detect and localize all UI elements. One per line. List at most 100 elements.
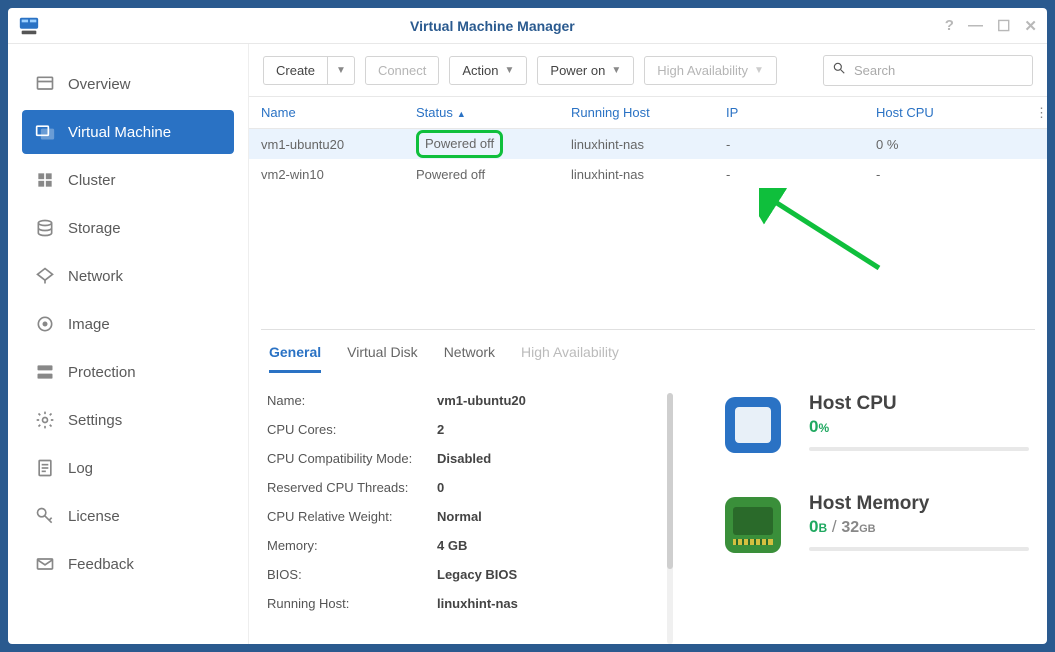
tab-general[interactable]: General — [269, 344, 321, 373]
tab-ha: High Availability — [521, 344, 619, 373]
table-row[interactable]: vm2-win10 Powered off linuxhint-nas - - — [249, 159, 1047, 189]
status-highlight: Powered off — [416, 130, 503, 158]
annotation-arrow — [759, 188, 889, 278]
maximize-icon[interactable]: ☐ — [997, 17, 1010, 35]
stat-title: Host Memory — [809, 493, 1029, 515]
envelope-icon — [34, 553, 56, 575]
memory-icon — [721, 493, 785, 557]
storage-icon — [34, 217, 56, 239]
sidebar-item-virtual-machine[interactable]: Virtual Machine — [22, 110, 234, 154]
prop-value: 4 GB — [437, 538, 467, 553]
table-row[interactable]: vm1-ubuntu20 Powered off linuxhint-nas -… — [249, 129, 1047, 159]
sidebar-item-label: Protection — [68, 364, 136, 381]
cell-ip: - — [714, 137, 864, 152]
sidebar-item-log[interactable]: Log — [22, 446, 234, 490]
sidebar-item-label: Feedback — [68, 556, 134, 573]
stat-bar — [809, 447, 1029, 451]
sidebar-item-cluster[interactable]: Cluster — [22, 158, 234, 202]
prop-label: CPU Compatibility Mode: — [267, 451, 437, 466]
cell-host: linuxhint-nas — [559, 167, 714, 182]
sidebar-item-label: Image — [68, 316, 110, 333]
prop-label: BIOS: — [267, 567, 437, 582]
caret-down-icon: ▼ — [754, 65, 764, 76]
sidebar-item-label: Storage — [68, 220, 121, 237]
sidebar-item-overview[interactable]: Overview — [22, 62, 234, 106]
gear-icon — [34, 409, 56, 431]
cell-cpu: - — [864, 167, 1023, 182]
search-input[interactable] — [854, 63, 1030, 78]
create-button[interactable]: Create — [263, 56, 327, 85]
app-icon — [18, 15, 40, 37]
create-dropdown[interactable]: ▼ — [327, 56, 355, 85]
prop-label: Name: — [267, 393, 437, 408]
sidebar-item-label: License — [68, 508, 120, 525]
vm-table: Name Status▲ Running Host IP Host CPU ⋮ … — [249, 96, 1047, 189]
cpu-icon — [721, 393, 785, 457]
sort-asc-icon: ▲ — [457, 109, 466, 119]
sidebar-item-feedback[interactable]: Feedback — [22, 542, 234, 586]
prop-label: Running Host: — [267, 596, 437, 611]
col-name[interactable]: Name — [249, 105, 404, 120]
window-controls: ? — ☐ ✕ — [945, 17, 1037, 35]
prop-value: Legacy BIOS — [437, 567, 517, 582]
overview-icon — [34, 73, 56, 95]
cell-name: vm1-ubuntu20 — [249, 137, 404, 152]
sidebar-item-storage[interactable]: Storage — [22, 206, 234, 250]
image-icon — [34, 313, 56, 335]
vm-properties: Name:vm1-ubuntu20 CPU Cores:2 CPU Compat… — [267, 393, 647, 644]
connect-button[interactable]: Connect — [365, 56, 439, 85]
col-status[interactable]: Status▲ — [404, 105, 559, 120]
caret-down-icon: ▼ — [505, 65, 515, 76]
titlebar: Virtual Machine Manager ? — ☐ ✕ — [8, 8, 1047, 44]
host-stats: Host CPU 0% Host Memory — [701, 393, 1029, 644]
vm-icon — [34, 121, 56, 143]
tab-network[interactable]: Network — [444, 344, 495, 373]
key-icon — [34, 505, 56, 527]
sidebar-item-image[interactable]: Image — [22, 302, 234, 346]
scrollbar[interactable] — [667, 393, 673, 644]
prop-label: CPU Cores: — [267, 422, 437, 437]
prop-value: linuxhint-nas — [437, 596, 518, 611]
app-window: Virtual Machine Manager ? — ☐ ✕ Overview… — [8, 8, 1047, 644]
prop-value: 2 — [437, 422, 444, 437]
help-icon[interactable]: ? — [945, 17, 954, 35]
cluster-icon — [34, 169, 56, 191]
sidebar-item-license[interactable]: License — [22, 494, 234, 538]
power-button[interactable]: Power on▼ — [537, 56, 634, 85]
stat-title: Host CPU — [809, 393, 1029, 415]
caret-down-icon: ▼ — [611, 65, 621, 76]
sidebar-item-settings[interactable]: Settings — [22, 398, 234, 442]
search-box[interactable] — [823, 55, 1033, 86]
prop-label: Memory: — [267, 538, 437, 553]
sidebar-item-label: Log — [68, 460, 93, 477]
cell-ip: - — [714, 167, 864, 182]
protection-icon — [34, 361, 56, 383]
window-title: Virtual Machine Manager — [40, 18, 945, 34]
prop-value: Disabled — [437, 451, 491, 466]
detail-pane: General Virtual Disk Network High Availa… — [261, 329, 1035, 644]
action-button[interactable]: Action▼ — [449, 56, 527, 85]
close-icon[interactable]: ✕ — [1024, 17, 1037, 35]
network-icon — [34, 265, 56, 287]
sidebar-item-protection[interactable]: Protection — [22, 350, 234, 394]
cell-cpu: 0 % — [864, 137, 1023, 152]
col-ip[interactable]: IP — [714, 105, 864, 120]
prop-value: Normal — [437, 509, 482, 524]
toolbar: Create ▼ Connect Action▼ Power on▼ High … — [249, 44, 1047, 96]
col-more-icon[interactable]: ⋮ — [1023, 105, 1047, 121]
minimize-icon[interactable]: — — [968, 17, 983, 35]
sidebar-item-label: Network — [68, 268, 123, 285]
col-cpu[interactable]: Host CPU — [864, 105, 1023, 120]
prop-label: CPU Relative Weight: — [267, 509, 437, 524]
main-panel: Create ▼ Connect Action▼ Power on▼ High … — [248, 44, 1047, 644]
sidebar-item-network[interactable]: Network — [22, 254, 234, 298]
sidebar-item-label: Cluster — [68, 172, 116, 189]
col-host[interactable]: Running Host — [559, 105, 714, 120]
detail-tabs: General Virtual Disk Network High Availa… — [261, 330, 1035, 373]
sidebar-item-label: Virtual Machine — [68, 124, 171, 141]
prop-label: Reserved CPU Threads: — [267, 480, 437, 495]
log-icon — [34, 457, 56, 479]
tab-virtual-disk[interactable]: Virtual Disk — [347, 344, 418, 373]
ha-button[interactable]: High Availability▼ — [644, 56, 777, 85]
cell-name: vm2-win10 — [249, 167, 404, 182]
